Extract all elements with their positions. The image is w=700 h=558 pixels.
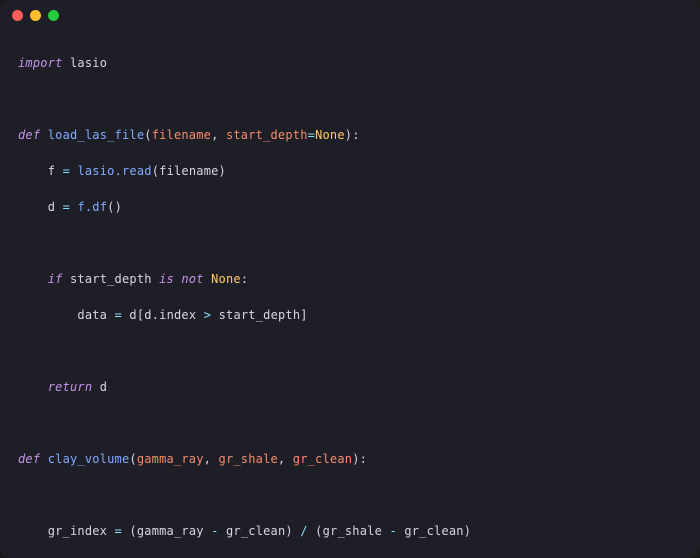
var: gr_index — [48, 524, 107, 538]
close-icon[interactable] — [12, 10, 23, 21]
module-name: lasio — [70, 56, 107, 70]
param: gamma_ray — [137, 452, 204, 466]
func-name: clay_volume — [48, 452, 130, 466]
call: f.df — [77, 200, 107, 214]
is-not: is not — [159, 272, 204, 286]
code-window: import lasio def load_las_file(filename,… — [0, 0, 700, 558]
func-name: load_las_file — [48, 128, 145, 142]
call: lasio.read — [77, 164, 151, 178]
keyword-return: return — [48, 380, 93, 394]
param: start_depth — [226, 128, 308, 142]
none-literal: None — [211, 272, 241, 286]
titlebar — [0, 0, 700, 30]
var: gr_clean — [404, 524, 463, 538]
code-block: import lasio def load_las_file(filename,… — [0, 30, 700, 558]
attr: d.index — [144, 308, 196, 322]
retval: d — [100, 380, 107, 394]
param: gr_clean — [293, 452, 352, 466]
var: gr_clean — [226, 524, 285, 538]
var: d — [48, 200, 55, 214]
keyword-def: def — [18, 452, 40, 466]
maximize-icon[interactable] — [48, 10, 59, 21]
var: gr_shale — [323, 524, 382, 538]
var: f — [48, 164, 55, 178]
var: start_depth — [70, 272, 152, 286]
minimize-icon[interactable] — [30, 10, 41, 21]
keyword-def: def — [18, 128, 40, 142]
arg: filename — [159, 164, 218, 178]
var: data — [77, 308, 107, 322]
param: filename — [152, 128, 211, 142]
expr: d — [129, 308, 136, 322]
param: gr_shale — [219, 452, 278, 466]
keyword-if: if — [48, 272, 63, 286]
keyword-import: import — [18, 56, 63, 70]
none-literal: None — [315, 128, 345, 142]
var: start_depth — [219, 308, 301, 322]
var: gamma_ray — [137, 524, 204, 538]
